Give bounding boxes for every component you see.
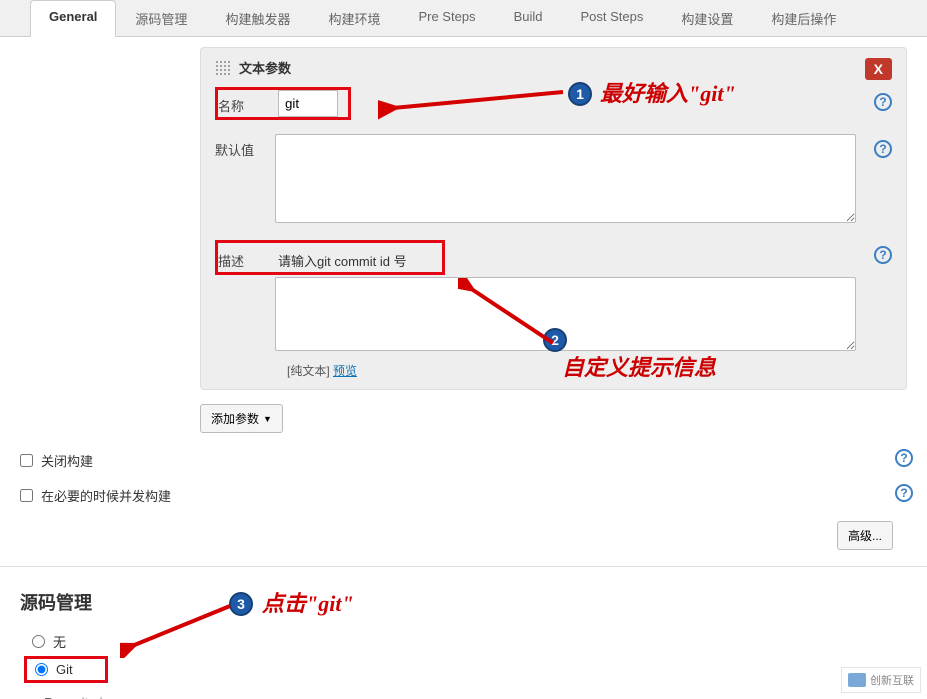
tab-scm[interactable]: 源码管理: [116, 0, 206, 37]
config-tabs: General 源码管理 构建触发器 构建环境 Pre Steps Build …: [0, 0, 927, 37]
tab-env[interactable]: 构建环境: [309, 0, 399, 37]
tab-triggers[interactable]: 构建触发器: [206, 0, 309, 37]
help-icon[interactable]: ?: [895, 449, 913, 467]
chevron-down-icon: ▼: [263, 414, 272, 424]
description-textarea[interactable]: [275, 277, 856, 351]
disable-build-label: 关闭构建: [41, 451, 93, 470]
help-icon[interactable]: ?: [874, 93, 892, 111]
drag-handle-icon[interactable]: [215, 60, 231, 76]
name-label: 名称: [218, 90, 278, 117]
help-icon[interactable]: ?: [895, 484, 913, 502]
scm-git-label: Git: [56, 662, 73, 677]
remove-parameter-button[interactable]: X: [865, 58, 892, 80]
description-label: 描述: [218, 245, 278, 270]
concurrent-build-label: 在必要的时候并发构建: [41, 486, 171, 505]
preview-link[interactable]: 预览: [333, 364, 357, 378]
plaintext-note: [纯文本] 预览: [287, 362, 892, 379]
text-parameter-block: X 文本参数 名称 ? 默认值: [200, 47, 907, 390]
repositories-label: Repositories: [44, 695, 927, 699]
name-input[interactable]: [278, 90, 338, 117]
tab-pre-steps[interactable]: Pre Steps: [399, 0, 494, 37]
tab-general[interactable]: General: [30, 0, 116, 37]
description-preview-text: 请输入git commit id 号: [278, 245, 438, 270]
help-icon[interactable]: ?: [874, 246, 892, 264]
scm-git-radio[interactable]: [35, 663, 48, 676]
tab-build[interactable]: Build: [495, 0, 562, 37]
tab-post-ops[interactable]: 构建后操作: [752, 0, 855, 37]
tab-post-steps[interactable]: Post Steps: [561, 0, 662, 37]
disable-build-row: 关闭构建 ?: [0, 443, 927, 478]
advanced-button[interactable]: 高级...: [837, 521, 893, 550]
watermark: 创新互联: [841, 667, 921, 693]
add-parameter-button[interactable]: 添加参数▼: [200, 404, 283, 433]
default-label: 默认值: [215, 134, 275, 159]
help-icon[interactable]: ?: [874, 140, 892, 158]
scm-none-radio[interactable]: [32, 635, 45, 648]
watermark-logo-icon: [848, 673, 866, 687]
watermark-text: 创新互联: [870, 672, 914, 688]
scm-none-row: 无: [24, 627, 903, 656]
concurrent-build-checkbox[interactable]: [20, 489, 33, 502]
parameter-type-title: 文本参数: [239, 58, 291, 77]
disable-build-checkbox[interactable]: [20, 454, 33, 467]
concurrent-build-row: 在必要的时候并发构建 ?: [0, 478, 927, 513]
default-value-textarea[interactable]: [275, 134, 856, 223]
scm-none-label: 无: [53, 632, 66, 651]
scm-section-title: 源码管理: [0, 575, 927, 625]
tab-build-settings[interactable]: 构建设置: [662, 0, 752, 37]
